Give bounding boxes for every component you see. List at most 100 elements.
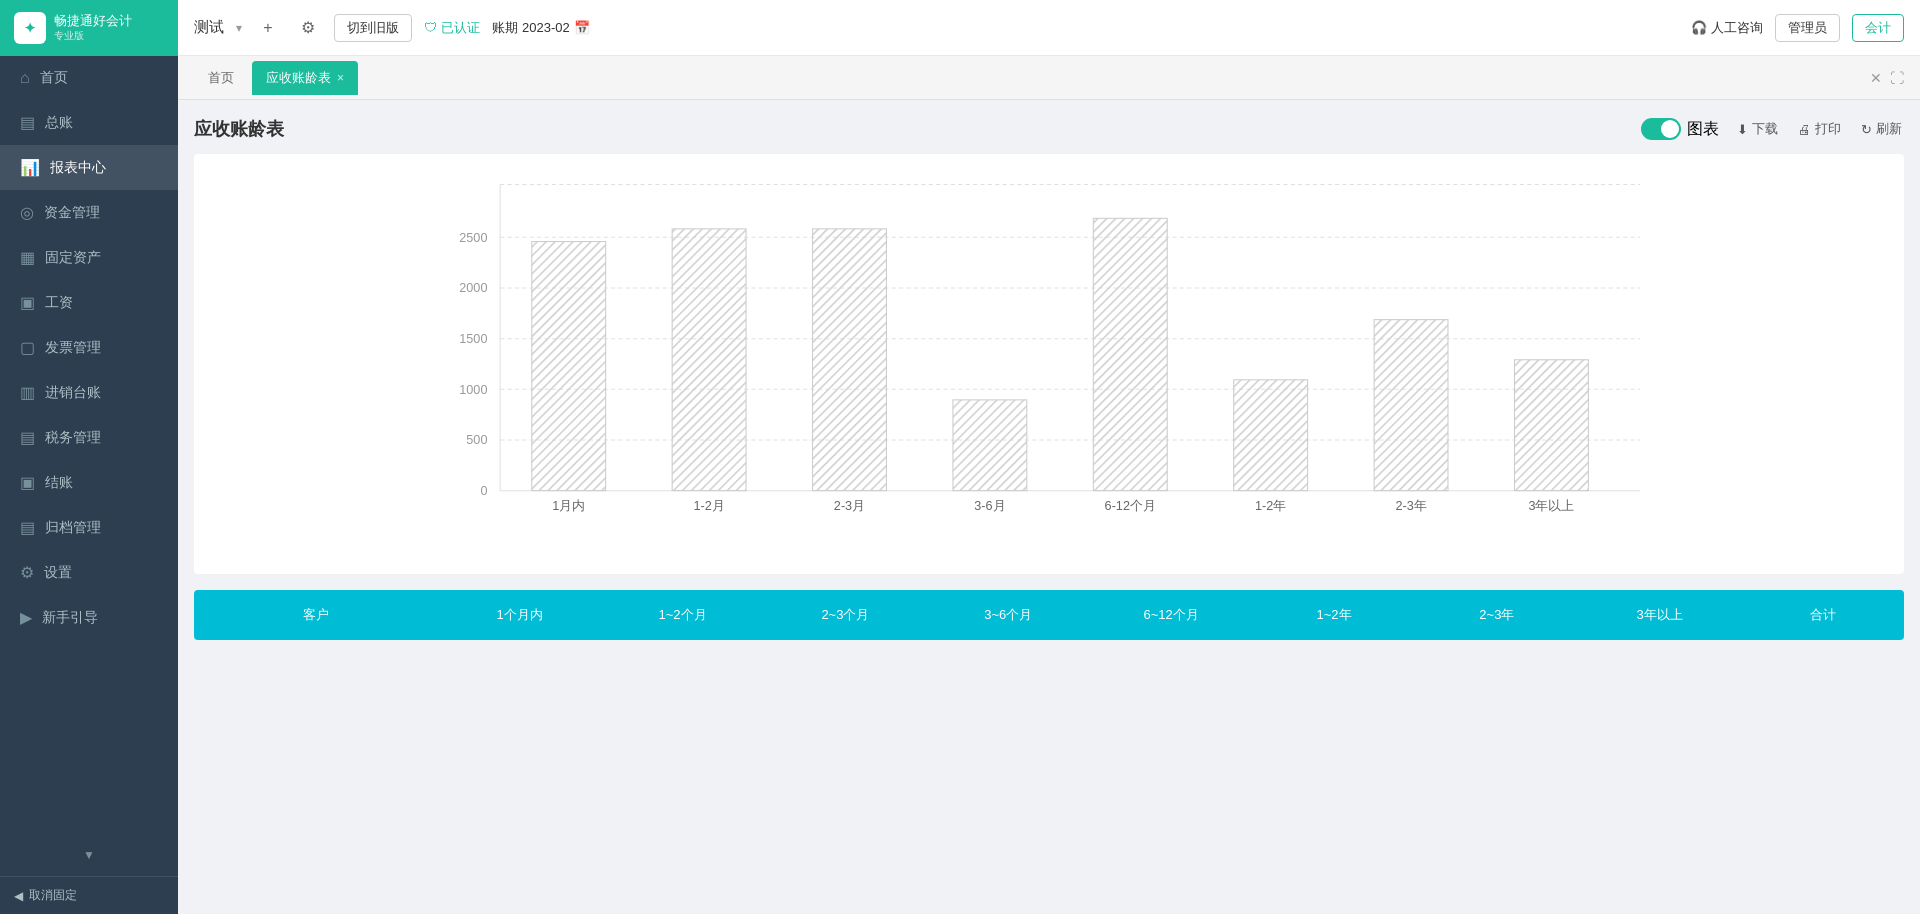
accountant-button[interactable]: 会计 — [1852, 14, 1904, 42]
page-header: 应收账龄表 图表 ⬇ 下载 🖨 打印 — [194, 116, 1904, 142]
page-content: 应收账龄表 图表 ⬇ 下载 🖨 打印 — [178, 100, 1920, 914]
sidebar-label-invoice: 发票管理 — [45, 339, 101, 357]
col-1-2m: 1~2个月 — [601, 590, 764, 640]
svg-text:0: 0 — [480, 484, 487, 498]
cancel-fixed-label: 取消固定 — [29, 887, 77, 904]
asset-icon: ▦ — [20, 248, 35, 267]
sidebar-item-report[interactable]: 📊 报表中心 — [0, 145, 178, 190]
sidebar-item-archive[interactable]: ▤ 归档管理 — [0, 505, 178, 550]
chart-toggle-label: 图表 — [1687, 119, 1719, 140]
sidebar-label-asset: 固定资产 — [45, 249, 101, 267]
sidebar-scroll-down[interactable]: ▼ — [83, 848, 95, 862]
sidebar-item-asset[interactable]: ▦ 固定资产 — [0, 235, 178, 280]
sidebar-item-stock[interactable]: ▥ 进销台账 — [0, 370, 178, 415]
invoice-icon: ▢ — [20, 338, 35, 357]
tab-aging[interactable]: 应收账龄表 × — [252, 61, 358, 95]
logo-icon: ✦ — [14, 12, 46, 44]
sidebar-item-salary[interactable]: ▣ 工资 — [0, 280, 178, 325]
tab-bar-actions: ✕ ⛶ — [1870, 70, 1904, 86]
topbar-settings-button[interactable]: ⚙ — [294, 14, 322, 42]
sidebar-item-tax[interactable]: ▤ 税务管理 — [0, 415, 178, 460]
archive-icon: ▤ — [20, 518, 35, 537]
pin-icon: ◀ — [14, 889, 23, 903]
add-button[interactable]: + — [254, 14, 282, 42]
svg-text:1-2年: 1-2年 — [1255, 499, 1286, 513]
chart-container: 0 500 1000 1500 2000 2500 1月内 — [194, 154, 1904, 574]
sidebar-label-fund: 资金管理 — [44, 204, 100, 222]
bar-2-3-year[interactable] — [1374, 320, 1448, 491]
company-name: 测试 — [194, 18, 224, 37]
tab-expand-icon[interactable]: ⛶ — [1890, 70, 1904, 86]
table-header: 客户 1个月内 1~2个月 2~3个月 3~6个月 6~12个月 1~2年 2~… — [194, 590, 1904, 640]
tab-aging-label: 应收账龄表 — [266, 69, 331, 87]
bar-3-6-month[interactable] — [953, 400, 1027, 491]
svg-text:2000: 2000 — [459, 281, 487, 295]
print-button[interactable]: 🖨 打印 — [1796, 116, 1843, 142]
sidebar-item-settings[interactable]: ⚙ 设置 — [0, 550, 178, 595]
col-total: 合计 — [1741, 590, 1904, 640]
sidebar-item-fund[interactable]: ◎ 资金管理 — [0, 190, 178, 235]
home-icon: ⌂ — [20, 69, 30, 87]
sidebar-item-ledger[interactable]: ▤ 总账 — [0, 100, 178, 145]
col-6-12m: 6~12个月 — [1090, 590, 1253, 640]
fund-icon: ◎ — [20, 203, 34, 222]
col-1-2y: 1~2年 — [1253, 590, 1416, 640]
verified-badge: 🛡 已认证 — [424, 19, 480, 37]
col-2-3m: 2~3个月 — [764, 590, 927, 640]
manager-button[interactable]: 管理员 — [1775, 14, 1840, 42]
col-2-3y: 2~3年 — [1415, 590, 1578, 640]
company-dropdown-icon[interactable]: ▾ — [236, 21, 242, 35]
period-value: 2023-02 — [522, 20, 570, 35]
tab-close-icon[interactable]: × — [337, 71, 344, 85]
bar-3-plus-year[interactable] — [1515, 360, 1589, 491]
chart-toggle[interactable] — [1641, 118, 1681, 140]
salary-icon: ▣ — [20, 293, 35, 312]
period-display: 账期 2023-02 📅 — [492, 19, 590, 37]
svg-text:500: 500 — [466, 433, 487, 447]
headset-icon: 🎧 — [1691, 20, 1707, 35]
sidebar-label-report: 报表中心 — [50, 159, 106, 177]
download-button[interactable]: ⬇ 下载 — [1735, 116, 1780, 142]
bar-1-2-month[interactable] — [672, 229, 746, 491]
tab-home[interactable]: 首页 — [194, 61, 248, 95]
svg-text:2-3月: 2-3月 — [834, 499, 865, 513]
tax-icon: ▤ — [20, 428, 35, 447]
sidebar-label-tax: 税务管理 — [45, 429, 101, 447]
refresh-button[interactable]: ↻ 刷新 — [1859, 116, 1904, 142]
cancel-fixed-button[interactable]: ◀ 取消固定 — [0, 876, 178, 914]
bar-2-3-month[interactable] — [813, 229, 887, 491]
col-1m: 1个月内 — [438, 590, 601, 640]
tab-home-label: 首页 — [208, 69, 234, 87]
switch-old-button[interactable]: 切到旧版 — [334, 14, 412, 42]
sidebar-label-ledger: 总账 — [45, 114, 73, 132]
download-icon: ⬇ — [1737, 122, 1748, 137]
sidebar-item-home[interactable]: ⌂ 首页 — [0, 56, 178, 100]
bar-1-month[interactable] — [532, 242, 606, 491]
col-customer: 客户 — [194, 590, 438, 640]
sidebar-label-home: 首页 — [40, 69, 68, 87]
topbar: 测试 ▾ + ⚙ 切到旧版 🛡 已认证 账期 2023-02 📅 🎧 人工咨询 … — [178, 0, 1920, 56]
tab-close-window-icon[interactable]: ✕ — [1870, 70, 1882, 86]
sidebar: ✦ 畅捷通好会计 专业版 ⌂ 首页 ▤ 总账 📊 报表中心 ◎ 资金管理 ▦ 固… — [0, 0, 178, 914]
bar-6-12-month[interactable] — [1093, 218, 1167, 490]
calendar-icon[interactable]: 📅 — [574, 20, 590, 35]
svg-text:1-2月: 1-2月 — [693, 499, 724, 513]
sidebar-label-settings: 设置 — [44, 564, 72, 582]
shield-icon: 🛡 — [424, 20, 437, 35]
bar-1-2-year[interactable] — [1234, 380, 1308, 491]
logo-text: 畅捷通好会计 — [54, 13, 132, 30]
sidebar-item-invoice[interactable]: ▢ 发票管理 — [0, 325, 178, 370]
sidebar-item-guide[interactable]: ▶ 新手引导 — [0, 595, 178, 640]
sidebar-item-close[interactable]: ▣ 结账 — [0, 460, 178, 505]
sidebar-label-guide: 新手引导 — [42, 609, 98, 627]
report-icon: 📊 — [20, 158, 40, 177]
period-label: 账期 — [492, 19, 518, 37]
close-account-icon: ▣ — [20, 473, 35, 492]
svg-text:3年以上: 3年以上 — [1528, 499, 1574, 513]
service-button[interactable]: 🎧 人工咨询 — [1691, 19, 1763, 37]
page-title: 应收账龄表 — [194, 117, 284, 141]
svg-text:1000: 1000 — [459, 383, 487, 397]
svg-text:1500: 1500 — [459, 332, 487, 346]
stock-icon: ▥ — [20, 383, 35, 402]
svg-text:2-3年: 2-3年 — [1395, 499, 1426, 513]
